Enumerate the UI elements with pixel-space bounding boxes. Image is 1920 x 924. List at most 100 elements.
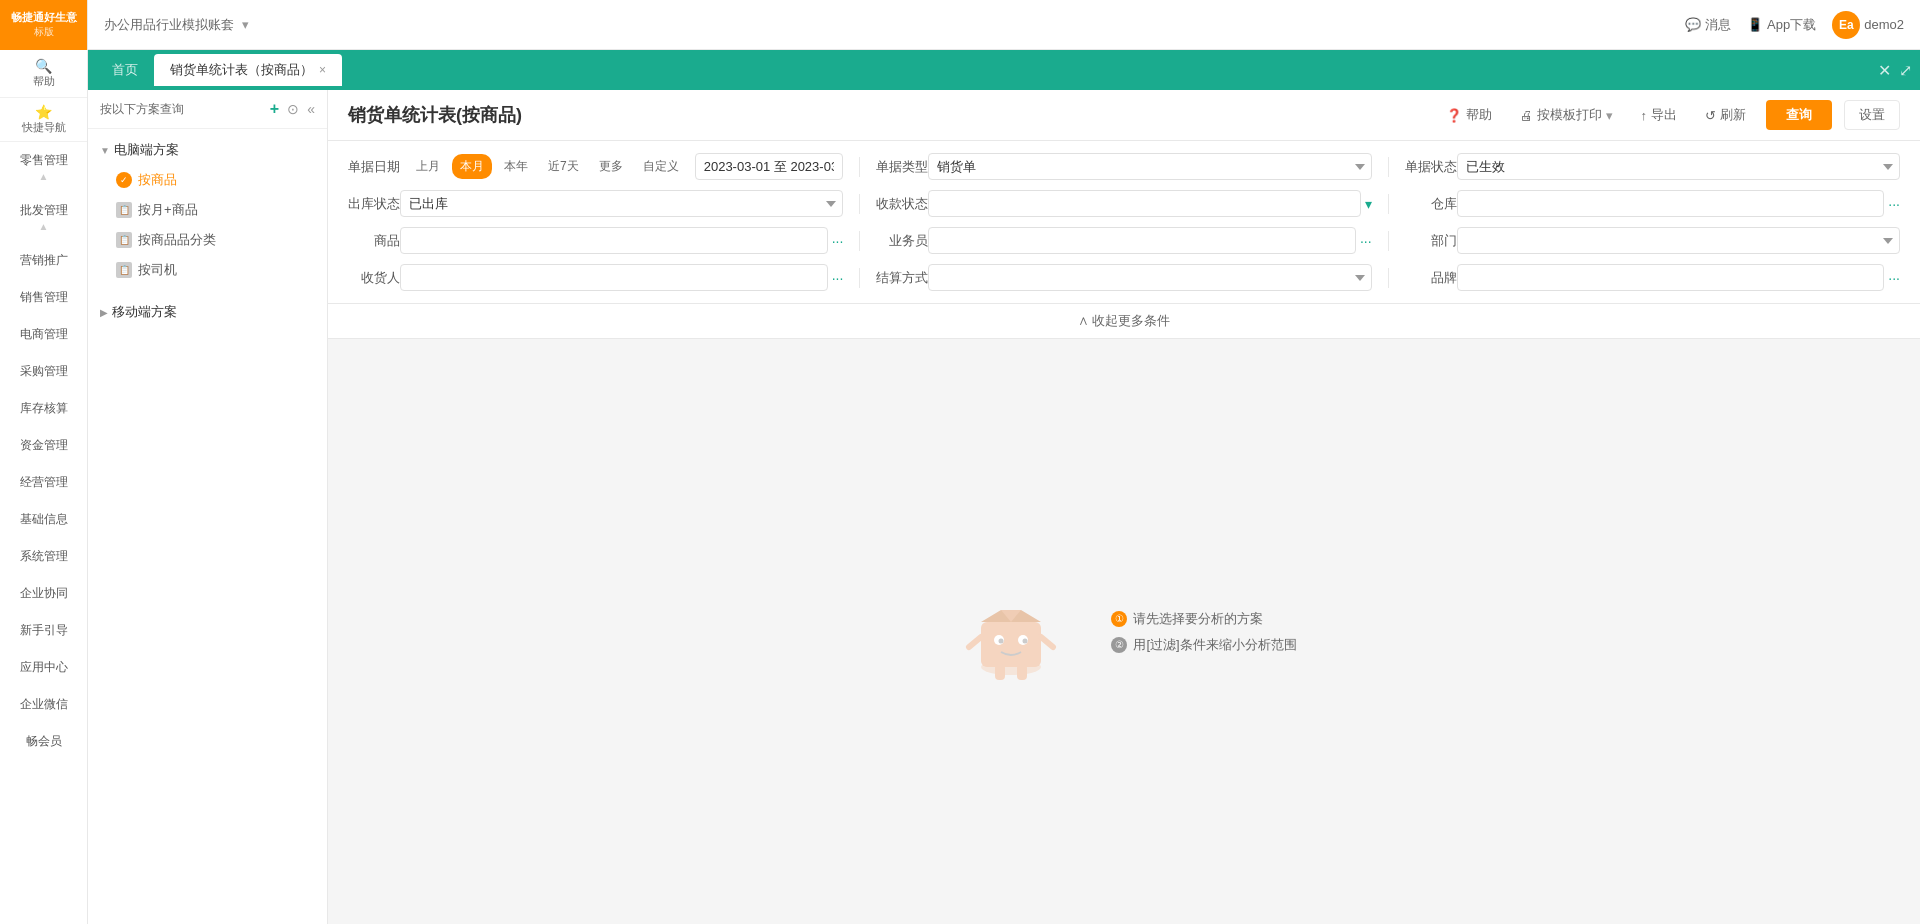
sidebar-item-批发管理[interactable]: 批发管理▲ xyxy=(0,192,87,242)
goods-dots[interactable]: ··· xyxy=(832,233,844,249)
sidebar-item-采购管理[interactable]: 采购管理 xyxy=(0,353,87,390)
date-range-input[interactable] xyxy=(695,153,844,180)
date-btn-this-year[interactable]: 本年 xyxy=(496,154,536,179)
search-menu[interactable]: 🔍 帮助 xyxy=(0,50,87,98)
window-close-icon[interactable]: ✕ xyxy=(1878,61,1891,80)
divider-4 xyxy=(1388,194,1389,214)
svg-rect-9 xyxy=(1017,664,1027,680)
add-scheme-icon[interactable]: + xyxy=(270,100,279,118)
sidebar-item-label: 畅会员 xyxy=(26,733,62,750)
help-button[interactable]: ❓ 帮助 xyxy=(1438,102,1500,128)
right-panel: 销货单统计表(按商品) ❓ 帮助 🖨 按模板打印 ▾ ↑ 导出 xyxy=(328,90,1920,924)
salesman-dots[interactable]: ··· xyxy=(1360,233,1372,249)
date-btn-7days[interactable]: 近7天 xyxy=(540,154,587,179)
divider-2 xyxy=(1388,157,1389,177)
export-label: 导出 xyxy=(1651,106,1677,124)
sidebar-item-资金管理[interactable]: 资金管理 xyxy=(0,427,87,464)
receiver-dots[interactable]: ··· xyxy=(832,270,844,286)
settings-button[interactable]: 设置 xyxy=(1844,100,1900,130)
warehouse-dots[interactable]: ··· xyxy=(1888,196,1900,212)
sidebar-item-零售管理[interactable]: 零售管理▲ xyxy=(0,142,87,192)
help-icon: ❓ xyxy=(1446,108,1462,123)
sidebar-item-库存核算[interactable]: 库存核算 xyxy=(0,390,87,427)
scheme-group-mobile-label: 移动端方案 xyxy=(112,303,177,321)
sidebar-item-新手引导[interactable]: 新手引导 xyxy=(0,612,87,649)
header-dropdown-icon[interactable]: ▾ xyxy=(242,17,249,32)
scheme-group-mobile-title[interactable]: ▶ 移动端方案 xyxy=(88,297,327,327)
filter-salesman: 业务员 ··· xyxy=(876,227,1371,254)
sidebar-item-企业协同[interactable]: 企业协同 xyxy=(0,575,87,612)
left-panel-title: 按以下方案查询 xyxy=(100,101,184,118)
sidebar-item-营销推广[interactable]: 营销推广 xyxy=(0,242,87,279)
filter-goods: 商品 ··· xyxy=(348,227,843,254)
warehouse-input[interactable] xyxy=(1457,190,1885,217)
app-download-button[interactable]: 📱 App下载 xyxy=(1747,16,1816,34)
user-menu[interactable]: Ea demo2 xyxy=(1832,11,1904,39)
tab-active[interactable]: 销货单统计表（按商品） × xyxy=(154,54,342,86)
sidebar-item-label: 营销推广 xyxy=(20,252,68,269)
brand-input[interactable] xyxy=(1457,264,1885,291)
scheme-item-by-month-goods[interactable]: 📋 按月+商品 xyxy=(88,195,327,225)
avatar: Ea xyxy=(1832,11,1860,39)
out-status-select[interactable]: 已出库 xyxy=(400,190,843,217)
tip-text-2: 用[过滤]条件来缩小分析范围 xyxy=(1133,636,1296,654)
recv-status-input[interactable] xyxy=(928,190,1360,217)
refresh-button[interactable]: ↺ 刷新 xyxy=(1697,102,1754,128)
salesman-input[interactable] xyxy=(928,227,1356,254)
dept-select[interactable] xyxy=(1457,227,1900,254)
sidebar-item-畅会员[interactable]: 畅会员 xyxy=(0,723,87,760)
print-button[interactable]: 🖨 按模板打印 ▾ xyxy=(1512,102,1621,128)
tab-active-label: 销货单统计表（按商品） xyxy=(170,61,313,79)
tab-close-icon[interactable]: × xyxy=(319,63,326,77)
scheme-group-pc-title[interactable]: ▼ 电脑端方案 xyxy=(88,135,327,165)
export-button[interactable]: ↑ 导出 xyxy=(1633,102,1686,128)
tip-num-1: ① xyxy=(1111,611,1127,627)
recv-status-dots[interactable]: ▾ xyxy=(1365,196,1372,212)
logo-text: 畅捷通好生意 xyxy=(11,11,77,24)
scheme-item-by-goods[interactable]: ✓ 按商品 xyxy=(88,165,327,195)
sidebar-item-电商管理[interactable]: 电商管理 xyxy=(0,316,87,353)
query-button[interactable]: 查询 xyxy=(1766,100,1832,130)
date-btn-last-month[interactable]: 上月 xyxy=(408,154,448,179)
tab-home-label: 首页 xyxy=(112,61,138,79)
divider-3 xyxy=(859,194,860,214)
filter-row-1: 单据日期 上月 本月 本年 近7天 更多 自定义 xyxy=(348,153,1900,180)
goods-label: 商品 xyxy=(348,232,400,250)
receiver-input[interactable] xyxy=(400,264,828,291)
message-button[interactable]: 💬 消息 xyxy=(1685,16,1731,34)
payment-select[interactable] xyxy=(928,264,1371,291)
empty-tip-2: ② 用[过滤]条件来缩小分析范围 xyxy=(1111,636,1296,654)
window-maximize-icon[interactable]: ⤢ xyxy=(1899,61,1912,80)
sidebar-item-企业微信[interactable]: 企业微信 xyxy=(0,686,87,723)
brand-dots[interactable]: ··· xyxy=(1888,270,1900,286)
scheme-item-by-driver[interactable]: 📋 按司机 xyxy=(88,255,327,285)
export-icon: ↑ xyxy=(1641,108,1648,123)
date-btn-this-month[interactable]: 本月 xyxy=(452,154,492,179)
left-panel: 按以下方案查询 + ⊙ « ▼ 电脑端方案 ✓ 按商品 📋 xyxy=(88,90,328,924)
date-btn-more[interactable]: 更多 xyxy=(591,154,631,179)
settings-scheme-icon[interactable]: ⊙ xyxy=(287,101,299,117)
print-arrow-icon: ▾ xyxy=(1606,108,1613,123)
sidebar-item-label: 库存核算 xyxy=(20,400,68,417)
collapse-more-button[interactable]: ∧ 收起更多条件 xyxy=(328,304,1920,339)
sidebar-item-应用中心[interactable]: 应用中心 xyxy=(0,649,87,686)
doc-status-label: 单据状态 xyxy=(1405,158,1457,176)
date-btn-custom[interactable]: 自定义 xyxy=(635,154,687,179)
empty-illustration xyxy=(951,572,1071,692)
doc-type-select[interactable]: 销货单 xyxy=(928,153,1371,180)
divider-5 xyxy=(859,231,860,251)
sidebar-item-经营管理[interactable]: 经营管理 xyxy=(0,464,87,501)
collapse-panel-icon[interactable]: « xyxy=(307,101,315,117)
quick-nav[interactable]: ⭐ 快捷导航 xyxy=(0,98,87,142)
page-title: 销货单统计表(按商品) xyxy=(348,103,522,127)
tab-home[interactable]: 首页 xyxy=(96,54,154,86)
app-icon: 📱 xyxy=(1747,17,1763,32)
scheme-item-by-category[interactable]: 📋 按商品品分类 xyxy=(88,225,327,255)
scheme-icon-driver: 📋 xyxy=(116,262,132,278)
sidebar-item-销售管理[interactable]: 销售管理 xyxy=(0,279,87,316)
sidebar-item-基础信息[interactable]: 基础信息 xyxy=(0,501,87,538)
goods-input[interactable] xyxy=(400,227,828,254)
doc-status-select[interactable]: 已生效 xyxy=(1457,153,1900,180)
sidebar-item-系统管理[interactable]: 系统管理 xyxy=(0,538,87,575)
divider-1 xyxy=(859,157,860,177)
